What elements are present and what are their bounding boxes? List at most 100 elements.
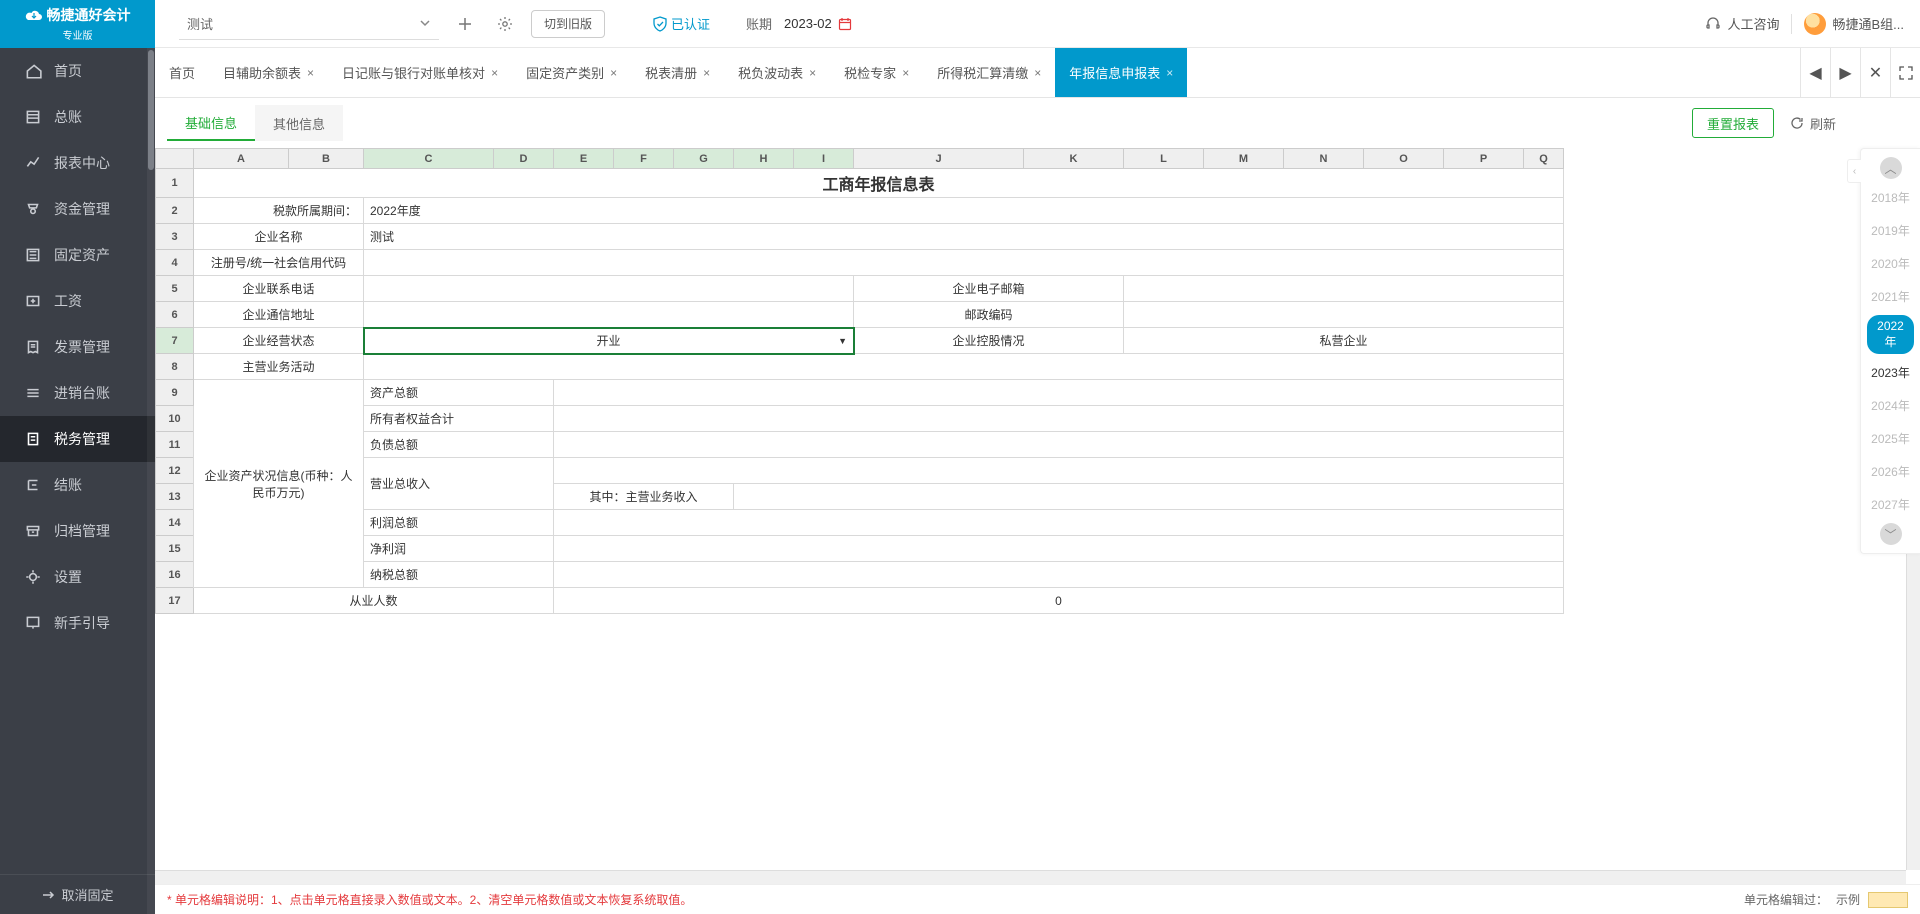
col-header-H[interactable]: H [734, 149, 794, 169]
year-2023年[interactable]: 2023年 [1861, 356, 1920, 389]
tab-2[interactable]: 日记账与银行对账单核对× [328, 48, 512, 97]
cell-r7-1[interactable]: 开业 [364, 328, 854, 354]
cell-r11-0[interactable]: 负债总额 [364, 432, 554, 458]
settings-button[interactable] [491, 10, 519, 38]
tab-scroll-right[interactable]: ▶ [1830, 48, 1860, 97]
year-2020年[interactable]: 2020年 [1861, 247, 1920, 280]
row-header-5[interactable]: 5 [156, 276, 194, 302]
sheet-corner[interactable] [156, 149, 194, 169]
cell-r9-1[interactable]: 资产总额 [364, 380, 554, 406]
cell-r17-1[interactable]: 0 [554, 588, 1564, 614]
tab-7[interactable]: 所得税汇算清缴× [923, 48, 1055, 97]
row-header-2[interactable]: 2 [156, 198, 194, 224]
cell-r7-0[interactable]: 企业经营状态 [194, 328, 364, 354]
row-header-1[interactable]: 1 [156, 169, 194, 198]
col-header-G[interactable]: G [674, 149, 734, 169]
sheet-horizontal-scrollbar[interactable] [155, 870, 1906, 884]
col-header-L[interactable]: L [1124, 149, 1204, 169]
col-header-F[interactable]: F [614, 149, 674, 169]
row-header-6[interactable]: 6 [156, 302, 194, 328]
tab-close-6[interactable]: × [902, 66, 909, 80]
row-header-15[interactable]: 15 [156, 536, 194, 562]
cell-r13-0[interactable]: 其中：主营业务收入 [554, 484, 734, 510]
year-2025年[interactable]: 2025年 [1861, 422, 1920, 455]
cell-r14-1[interactable] [554, 510, 1564, 536]
year-2019年[interactable]: 2019年 [1861, 214, 1920, 247]
tab-close-7[interactable]: × [1034, 66, 1041, 80]
cell-r10-1[interactable] [554, 406, 1564, 432]
sidebar-item-1[interactable]: 总账 [0, 94, 155, 140]
row-header-9[interactable]: 9 [156, 380, 194, 406]
year-2027年[interactable]: 2027年 [1861, 488, 1920, 521]
rail-down[interactable]: ﹀ [1880, 523, 1902, 545]
cell-r11-1[interactable] [554, 432, 1564, 458]
cell-r9-2[interactable] [554, 380, 1564, 406]
tab-close-4[interactable]: × [703, 66, 710, 80]
col-header-B[interactable]: B [289, 149, 364, 169]
col-header-I[interactable]: I [794, 149, 854, 169]
switch-old-version-button[interactable]: 切到旧版 [531, 10, 605, 38]
tab-close-8[interactable]: × [1166, 66, 1173, 80]
cell-r16-0[interactable]: 纳税总额 [364, 562, 554, 588]
col-header-D[interactable]: D [494, 149, 554, 169]
year-2024年[interactable]: 2024年 [1861, 389, 1920, 422]
tab-1[interactable]: 目辅助余额表× [209, 48, 328, 97]
reset-report-button[interactable]: 重置报表 [1692, 108, 1774, 138]
subtab-0[interactable]: 基础信息 [167, 105, 255, 141]
row-header-16[interactable]: 16 [156, 562, 194, 588]
sheet-scroll[interactable]: ABCDEFGHIJKLMNOPQ1工商年报信息表2税款所属期间：2022年度3… [155, 148, 1906, 870]
tab-scroll-left[interactable]: ◀ [1800, 48, 1830, 97]
fullscreen-button[interactable] [1890, 48, 1920, 97]
cell-r14-0[interactable]: 利润总额 [364, 510, 554, 536]
cell-r8-0[interactable]: 主营业务活动 [194, 354, 364, 380]
cell-r9-0[interactable]: 企业资产状况信息(币种：人民币万元) [194, 380, 364, 588]
sidebar-item-4[interactable]: 固定资产 [0, 232, 155, 278]
sidebar-item-5[interactable]: 工资 [0, 278, 155, 324]
cell-r3-1[interactable]: 测试 [364, 224, 1564, 250]
cell-r10-0[interactable]: 所有者权益合计 [364, 406, 554, 432]
row-header-8[interactable]: 8 [156, 354, 194, 380]
col-header-A[interactable]: A [194, 149, 289, 169]
tab-8[interactable]: 年报信息申报表× [1055, 48, 1187, 97]
tab-close-5[interactable]: × [809, 66, 816, 80]
cell-r16-1[interactable] [554, 562, 1564, 588]
col-header-Q[interactable]: Q [1524, 149, 1564, 169]
row-header-11[interactable]: 11 [156, 432, 194, 458]
user-menu[interactable]: 畅捷通B组... [1804, 13, 1904, 35]
row-header-7[interactable]: 7 [156, 328, 194, 354]
tab-close-3[interactable]: × [610, 66, 617, 80]
unpin-button[interactable]: 取消固定 [0, 874, 155, 914]
tab-close-1[interactable]: × [307, 66, 314, 80]
rail-up[interactable]: ︿ [1880, 157, 1902, 179]
year-2018年[interactable]: 2018年 [1861, 181, 1920, 214]
cell-r6-0[interactable]: 企业通信地址 [194, 302, 364, 328]
cell-r12-0[interactable]: 营业总收入 [364, 458, 554, 510]
cell-r4-0[interactable]: 注册号/统一社会信用代码 [194, 250, 364, 276]
tab-0[interactable]: 首页 [155, 48, 209, 97]
cell-r2-0[interactable]: 税款所属期间： [194, 198, 364, 224]
sidebar-item-11[interactable]: 设置 [0, 554, 155, 600]
col-header-J[interactable]: J [854, 149, 1024, 169]
col-header-E[interactable]: E [554, 149, 614, 169]
cell-r12-1[interactable] [554, 458, 1564, 484]
tab-4[interactable]: 税表清册× [631, 48, 724, 97]
row-header-4[interactable]: 4 [156, 250, 194, 276]
col-header-N[interactable]: N [1284, 149, 1364, 169]
sidebar-item-3[interactable]: 资金管理 [0, 186, 155, 232]
col-header-C[interactable]: C [364, 149, 494, 169]
col-header-O[interactable]: O [1364, 149, 1444, 169]
sidebar-item-2[interactable]: 报表中心 [0, 140, 155, 186]
tab-close-all[interactable]: ✕ [1860, 48, 1890, 97]
year-2021年[interactable]: 2021年 [1861, 280, 1920, 313]
cell-r6-3[interactable] [1124, 302, 1564, 328]
sidebar-item-10[interactable]: 归档管理 [0, 508, 155, 554]
sidebar-item-6[interactable]: 发票管理 [0, 324, 155, 370]
refresh-button[interactable]: 刷新 [1790, 114, 1836, 133]
row-header-12[interactable]: 12 [156, 458, 194, 484]
row-header-10[interactable]: 10 [156, 406, 194, 432]
tab-close-2[interactable]: × [491, 66, 498, 80]
cell-r3-0[interactable]: 企业名称 [194, 224, 364, 250]
cell-r5-2[interactable]: 企业电子邮箱 [854, 276, 1124, 302]
tab-3[interactable]: 固定资产类别× [512, 48, 631, 97]
row-header-14[interactable]: 14 [156, 510, 194, 536]
